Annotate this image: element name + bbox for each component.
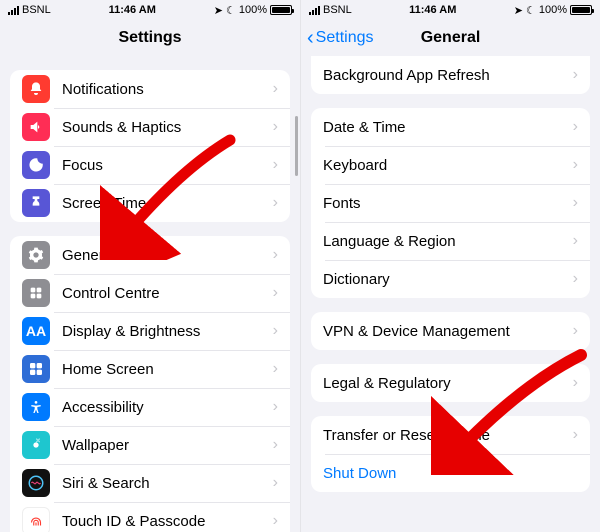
wallpaper-icon	[22, 431, 50, 459]
do-not-disturb-icon: ☾	[226, 4, 236, 17]
chevron-left-icon: ‹	[307, 28, 314, 48]
chevron-right-icon: ›	[573, 156, 578, 174]
nav-bar: Settings	[0, 20, 300, 56]
chevron-right-icon: ›	[573, 194, 578, 212]
battery-pct: 100%	[239, 4, 267, 16]
row-home-screen[interactable]: Home Screen ›	[10, 350, 290, 388]
do-not-disturb-icon: ☾	[526, 4, 536, 17]
chevron-right-icon: ›	[273, 512, 278, 530]
chevron-right-icon: ›	[273, 436, 278, 454]
signal-icon	[8, 6, 19, 15]
right-screenshot: BSNL 11:46 AM ➤ ☾ 100% ‹ Settings Genera…	[300, 0, 600, 532]
chevron-right-icon: ›	[273, 398, 278, 416]
battery-icon	[270, 5, 292, 15]
chevron-right-icon: ›	[273, 360, 278, 378]
chevron-right-icon: ›	[573, 118, 578, 136]
chevron-right-icon: ›	[573, 322, 578, 340]
chevron-right-icon: ›	[273, 246, 278, 264]
chevron-right-icon: ›	[273, 156, 278, 174]
accessibility-icon	[22, 393, 50, 421]
status-bar: BSNL 11:46 AM ➤ ☾ 100%	[0, 0, 300, 20]
clock: 11:46 AM	[409, 4, 456, 16]
row-screen-time[interactable]: Screen Time ›	[10, 184, 290, 222]
screen-time-icon	[22, 189, 50, 217]
chevron-right-icon: ›	[573, 426, 578, 444]
chevron-right-icon: ›	[573, 374, 578, 392]
row-wallpaper[interactable]: Wallpaper ›	[10, 426, 290, 464]
chevron-right-icon: ›	[273, 194, 278, 212]
battery-icon	[570, 5, 592, 15]
scroll-indicator[interactable]	[295, 116, 298, 176]
focus-icon	[22, 151, 50, 179]
row-display-brightness[interactable]: AA Display & Brightness ›	[10, 312, 290, 350]
location-icon: ➤	[514, 4, 523, 17]
chevron-right-icon: ›	[273, 284, 278, 302]
display-icon: AA	[22, 317, 50, 345]
row-sounds-haptics[interactable]: Sounds & Haptics ›	[10, 108, 290, 146]
nav-bar: ‹ Settings General	[301, 20, 600, 56]
row-vpn-device-management[interactable]: VPN & Device Management ›	[311, 312, 590, 350]
carrier-label: BSNL	[323, 4, 352, 16]
chevron-right-icon: ›	[573, 270, 578, 288]
signal-icon	[309, 6, 320, 15]
chevron-right-icon: ›	[273, 322, 278, 340]
carrier-label: BSNL	[22, 4, 51, 16]
chevron-right-icon: ›	[573, 232, 578, 250]
row-legal-regulatory[interactable]: Legal & Regulatory ›	[311, 364, 590, 402]
row-general[interactable]: General ›	[10, 236, 290, 274]
settings-list[interactable]: Notifications › Sounds & Haptics › Focus…	[0, 56, 300, 532]
left-screenshot: BSNL 11:46 AM ➤ ☾ 100% Settings Notifica…	[0, 0, 300, 532]
status-bar: BSNL 11:46 AM ➤ ☾ 100%	[301, 0, 600, 20]
chevron-right-icon: ›	[273, 118, 278, 136]
general-list[interactable]: Background App Refresh › Date & Time › K…	[301, 56, 600, 532]
sounds-icon	[22, 113, 50, 141]
general-icon	[22, 241, 50, 269]
row-focus[interactable]: Focus ›	[10, 146, 290, 184]
row-dictionary[interactable]: Dictionary ›	[311, 260, 590, 298]
row-accessibility[interactable]: Accessibility ›	[10, 388, 290, 426]
row-fonts[interactable]: Fonts ›	[311, 184, 590, 222]
row-control-centre[interactable]: Control Centre ›	[10, 274, 290, 312]
siri-icon	[22, 469, 50, 497]
row-notifications[interactable]: Notifications ›	[10, 70, 290, 108]
row-touch-id-passcode[interactable]: Touch ID & Passcode ›	[10, 502, 290, 532]
page-title: General	[421, 29, 481, 47]
control-centre-icon	[22, 279, 50, 307]
notifications-icon	[22, 75, 50, 103]
row-transfer-reset-iphone[interactable]: Transfer or Reset iPhone ›	[311, 416, 590, 454]
chevron-right-icon: ›	[273, 474, 278, 492]
battery-pct: 100%	[539, 4, 567, 16]
touch-id-icon	[22, 507, 50, 532]
page-title: Settings	[118, 29, 181, 47]
location-icon: ➤	[214, 4, 223, 17]
chevron-right-icon: ›	[573, 66, 578, 84]
home-screen-icon	[22, 355, 50, 383]
clock: 11:46 AM	[109, 4, 156, 16]
row-background-app-refresh[interactable]: Background App Refresh ›	[311, 56, 590, 94]
row-language-region[interactable]: Language & Region ›	[311, 222, 590, 260]
row-shut-down[interactable]: Shut Down	[311, 454, 590, 492]
row-keyboard[interactable]: Keyboard ›	[311, 146, 590, 184]
back-button[interactable]: ‹ Settings	[307, 20, 373, 56]
row-siri-search[interactable]: Siri & Search ›	[10, 464, 290, 502]
chevron-right-icon: ›	[273, 80, 278, 98]
row-date-time[interactable]: Date & Time ›	[311, 108, 590, 146]
